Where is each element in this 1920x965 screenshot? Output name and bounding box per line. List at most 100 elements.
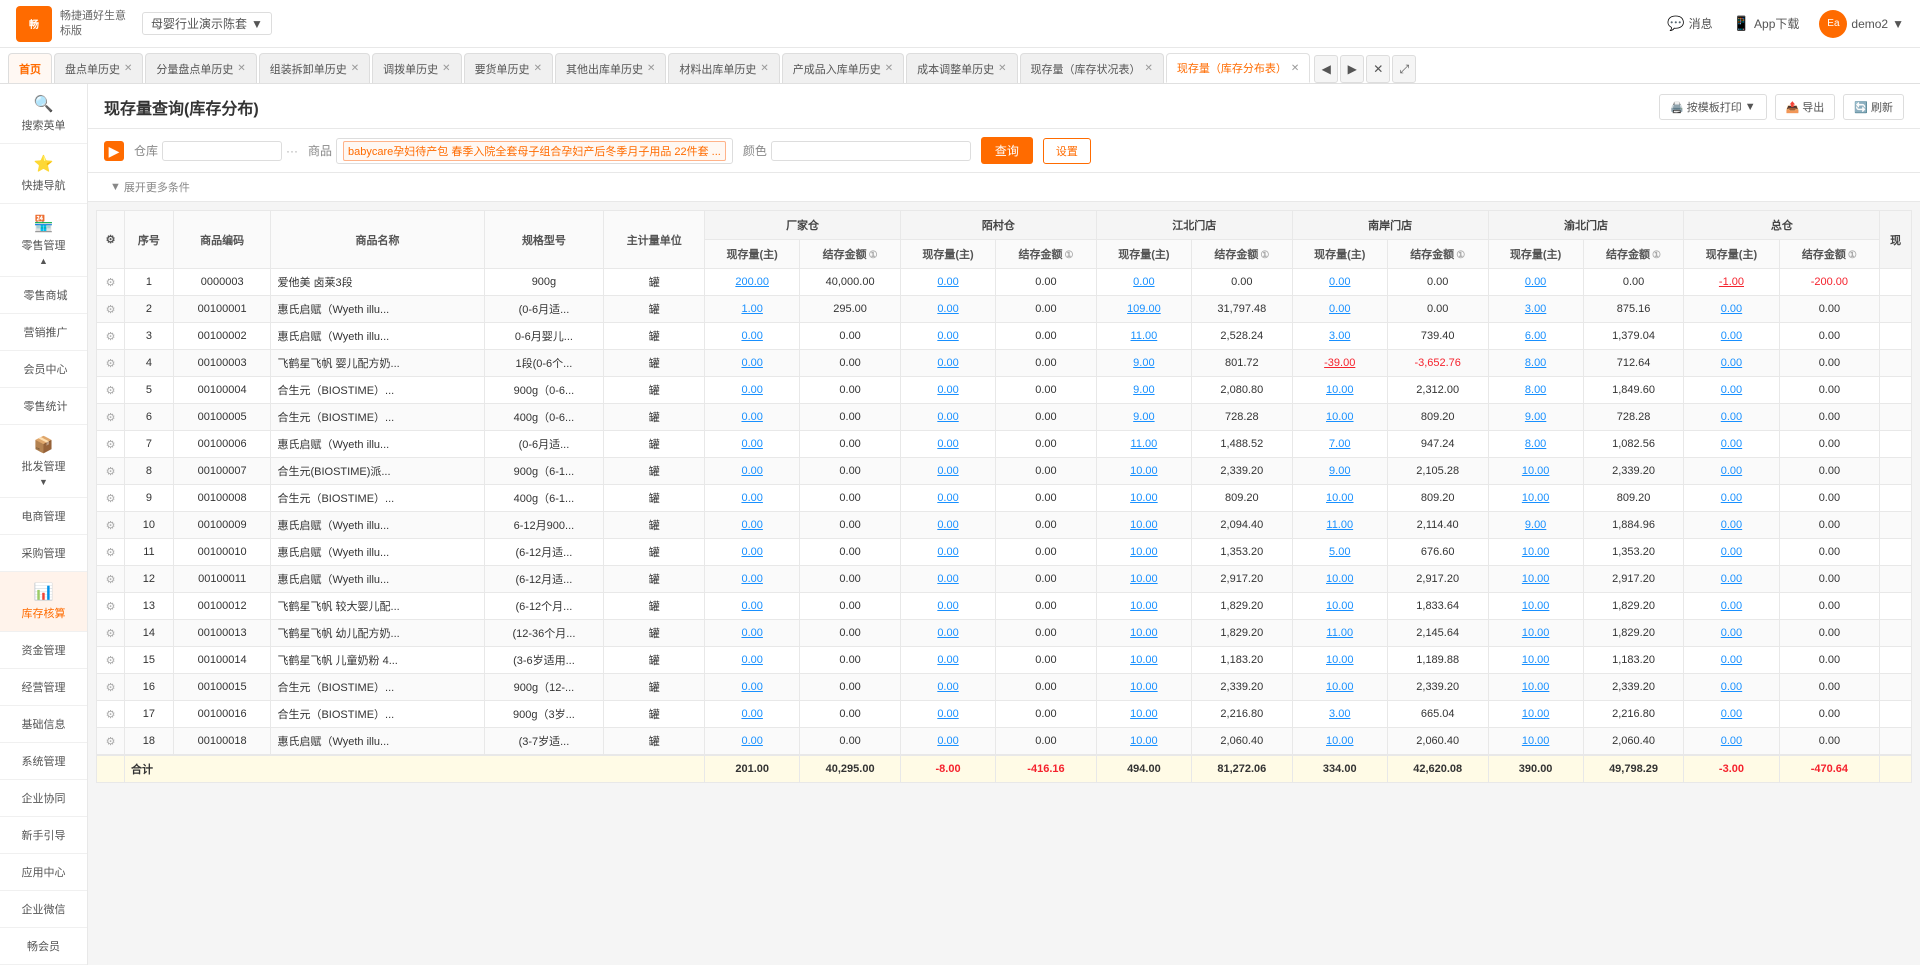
row-gear[interactable]: ⚙ [97, 323, 125, 350]
row-yb-qty[interactable]: 10.00 [1488, 566, 1583, 593]
row-mc-qty[interactable]: 0.00 [901, 269, 996, 296]
tab-close-material-out[interactable]: ✕ [760, 63, 768, 74]
row-gear[interactable]: ⚙ [97, 728, 125, 756]
row-mc-qty[interactable]: 0.00 [901, 728, 996, 756]
export-btn[interactable]: 📤 导出 [1775, 94, 1836, 120]
tab-product-in[interactable]: 产成品入库单历史 ✕ [782, 53, 904, 83]
sidebar-item-finance[interactable]: 资金管理 [0, 632, 87, 669]
sidebar-item-member[interactable]: 会员中心 [0, 351, 87, 388]
row-yb-qty[interactable]: 10.00 [1488, 647, 1583, 674]
user-profile[interactable]: Ea demo2 ▼ [1819, 10, 1904, 38]
row-cj-qty[interactable]: 0.00 [705, 512, 800, 539]
row-mc-qty[interactable]: 0.00 [901, 701, 996, 728]
row-yb-qty[interactable]: 3.00 [1488, 296, 1583, 323]
tab-close-stocktake[interactable]: ✕ [124, 63, 132, 74]
row-mc-qty[interactable]: 0.00 [901, 350, 996, 377]
row-yb-qty[interactable]: 10.00 [1488, 701, 1583, 728]
row-jb-qty[interactable]: 11.00 [1096, 323, 1191, 350]
row-na-qty[interactable]: 10.00 [1292, 647, 1387, 674]
tab-nav-right[interactable]: ▶ [1340, 55, 1364, 83]
filter-collapse-btn[interactable]: ▶ [104, 141, 124, 161]
row-cj-qty[interactable]: 0.00 [705, 728, 800, 756]
tab-close-dismantle[interactable]: ✕ [351, 63, 359, 74]
row-na-qty[interactable]: 3.00 [1292, 701, 1387, 728]
table-container[interactable]: ⚙ 序号 商品编码 商品名称 规格型号 主计量单位 厂家仓 陌村仓 江北门店 南… [88, 202, 1920, 965]
sidebar-item-inventory[interactable]: 📊 库存核算 [0, 572, 87, 632]
row-total-qty[interactable]: 0.00 [1684, 728, 1779, 756]
row-gear[interactable]: ⚙ [97, 350, 125, 377]
row-total-qty[interactable]: 0.00 [1684, 404, 1779, 431]
sidebar-item-basic[interactable]: 基础信息 [0, 706, 87, 743]
row-yb-qty[interactable]: 10.00 [1488, 593, 1583, 620]
row-cj-qty[interactable]: 1.00 [705, 296, 800, 323]
sidebar-item-collab[interactable]: 企业协同 [0, 780, 87, 817]
tab-nav-left[interactable]: ◀ [1314, 55, 1338, 83]
row-yb-qty[interactable]: 0.00 [1488, 269, 1583, 296]
row-cj-qty[interactable]: 0.00 [705, 647, 800, 674]
row-jb-qty[interactable]: 0.00 [1096, 269, 1191, 296]
sidebar-item-ecommerce[interactable]: 电商管理 [0, 498, 87, 535]
row-jb-qty[interactable]: 10.00 [1096, 647, 1191, 674]
row-gear[interactable]: ⚙ [97, 647, 125, 674]
row-total-qty[interactable]: 0.00 [1684, 458, 1779, 485]
jb-info-icon[interactable]: ① [1260, 250, 1269, 261]
row-jb-qty[interactable]: 10.00 [1096, 728, 1191, 756]
row-gear[interactable]: ⚙ [97, 512, 125, 539]
row-cj-qty[interactable]: 0.00 [705, 485, 800, 512]
row-yb-qty[interactable]: 8.00 [1488, 431, 1583, 458]
row-jb-qty[interactable]: 10.00 [1096, 701, 1191, 728]
row-cj-qty[interactable]: 0.00 [705, 431, 800, 458]
row-jb-qty[interactable]: 10.00 [1096, 566, 1191, 593]
tab-cost-adjust[interactable]: 成本调整单历史 ✕ [906, 53, 1017, 83]
row-yb-qty[interactable]: 10.00 [1488, 539, 1583, 566]
row-mc-qty[interactable]: 0.00 [901, 566, 996, 593]
row-mc-qty[interactable]: 0.00 [901, 512, 996, 539]
row-yb-qty[interactable]: 10.00 [1488, 620, 1583, 647]
row-total-qty[interactable]: 0.00 [1684, 566, 1779, 593]
row-total-qty[interactable]: 0.00 [1684, 701, 1779, 728]
row-total-qty[interactable]: 0.00 [1684, 485, 1779, 512]
row-yb-qty[interactable]: 10.00 [1488, 728, 1583, 756]
row-jb-qty[interactable]: 10.00 [1096, 593, 1191, 620]
sidebar-item-wholesale[interactable]: 📦 批发管理 ▼ [0, 425, 87, 498]
row-total-qty[interactable]: 0.00 [1684, 296, 1779, 323]
row-total-qty[interactable]: 0.00 [1684, 647, 1779, 674]
tab-close-transfer[interactable]: ✕ [442, 63, 450, 74]
row-jb-qty[interactable]: 11.00 [1096, 431, 1191, 458]
row-cj-qty[interactable]: 0.00 [705, 404, 800, 431]
tab-partial-stocktake[interactable]: 分量盘点单历史 ✕ [145, 53, 256, 83]
yb-info-icon[interactable]: ① [1652, 250, 1661, 261]
row-jb-qty[interactable]: 9.00 [1096, 350, 1191, 377]
app-download-btn[interactable]: 📱 App下载 [1733, 15, 1800, 32]
na-info-icon[interactable]: ① [1456, 250, 1465, 261]
sidebar-item-marketing[interactable]: 营销推广 [0, 314, 87, 351]
row-mc-qty[interactable]: 0.00 [901, 647, 996, 674]
industry-selector[interactable]: 母婴行业演示陈套 ▼ [142, 12, 272, 35]
expand-conditions-btn[interactable]: ▼ 展开更多条件 [104, 177, 196, 197]
tab-dismantle[interactable]: 组装拆卸单历史 ✕ [259, 53, 370, 83]
row-cj-qty[interactable]: 0.00 [705, 701, 800, 728]
row-mc-qty[interactable]: 0.00 [901, 377, 996, 404]
row-total-qty[interactable]: 0.00 [1684, 539, 1779, 566]
tab-stock-dist[interactable]: 现存量（库存分布表） ✕ [1166, 53, 1310, 83]
row-na-qty[interactable]: 5.00 [1292, 539, 1387, 566]
row-mc-qty[interactable]: 0.00 [901, 296, 996, 323]
row-yb-qty[interactable]: 10.00 [1488, 485, 1583, 512]
tab-close-all[interactable]: ✕ [1366, 55, 1390, 83]
tab-stock-status[interactable]: 现存量（库存状况表） ✕ [1020, 53, 1164, 83]
row-jb-qty[interactable]: 10.00 [1096, 458, 1191, 485]
row-cj-qty[interactable]: 0.00 [705, 674, 800, 701]
gear-header[interactable]: ⚙ [97, 211, 125, 269]
row-na-qty[interactable]: 10.00 [1292, 728, 1387, 756]
sidebar-item-purchase[interactable]: 采购管理 [0, 535, 87, 572]
sidebar-item-vip[interactable]: 畅会员 [0, 928, 87, 965]
row-yb-qty[interactable]: 8.00 [1488, 377, 1583, 404]
tab-transfer[interactable]: 调拨单历史 ✕ [372, 53, 461, 83]
search-btn[interactable]: 查询 [981, 137, 1033, 164]
row-gear[interactable]: ⚙ [97, 485, 125, 512]
row-na-qty[interactable]: 0.00 [1292, 296, 1387, 323]
row-gear[interactable]: ⚙ [97, 539, 125, 566]
tab-close-other-out[interactable]: ✕ [647, 63, 655, 74]
setting-btn[interactable]: 设置 [1043, 138, 1091, 164]
row-yb-qty[interactable]: 8.00 [1488, 350, 1583, 377]
